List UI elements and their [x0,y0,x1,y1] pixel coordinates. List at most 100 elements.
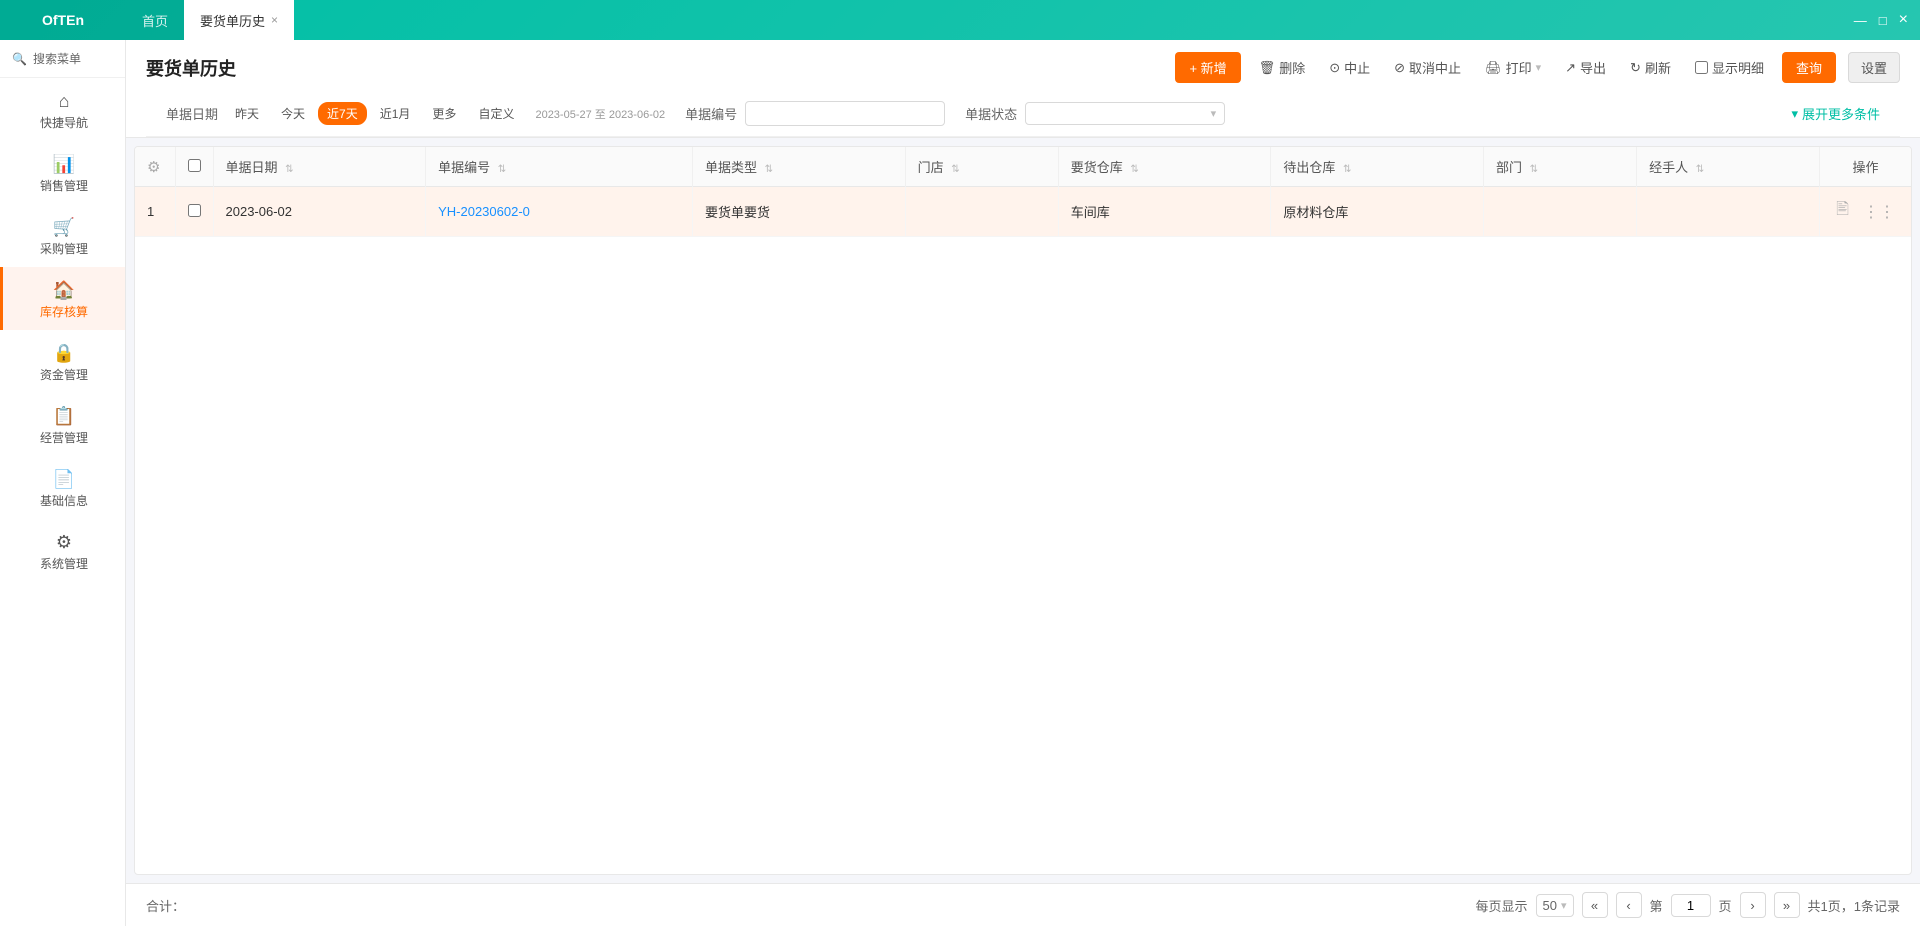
cell-doc-date: 2023-06-02 [213,187,426,237]
pagination: 每页显示 50 ▾ « ‹ 第 页 › » 共1页，1条记录 [1475,892,1900,918]
doc-number-input[interactable] [745,101,945,126]
print-button[interactable]: 🖨 打印 ▾ [1479,54,1547,81]
page-number-input[interactable] [1671,894,1711,917]
sidebar-item-sys-mgmt[interactable]: ⚙ 系统管理 [0,519,125,582]
cell-department [1483,187,1636,237]
date-btn-1month[interactable]: 近1月 [371,102,420,125]
app-logo: OfTEn [0,0,126,40]
page-title-bar: 要货单历史 + 新增 🗑 删除 ⊙ 中止 ⊘ 取消中止 [146,52,1900,83]
select-all-checkbox[interactable] [188,159,201,172]
toolbar: + 新增 🗑 删除 ⊙ 中止 ⊘ 取消中止 🖨 [1175,52,1900,83]
delete-button[interactable]: 🗑 删除 [1253,54,1312,81]
sidebar-search[interactable]: 🔍 搜索菜单 [0,40,125,78]
sort-req-warehouse-icon[interactable]: ⇅ [1130,164,1138,175]
row-more-button[interactable]: ⋮⋮ [1859,200,1899,224]
col-doc-type: 单据类型 ⇅ [693,147,906,187]
date-range-display: 2023-05-27 至 2023-06-02 [535,106,665,122]
sort-handler-icon[interactable]: ⇅ [1696,164,1704,175]
col-department: 部门 ⇅ [1483,147,1636,187]
col-action: 操作 [1820,147,1911,187]
cell-checkbox [175,187,213,237]
col-settings: ⚙ [135,147,175,187]
stop-icon: ⊙ [1329,60,1340,76]
finance-icon: 🔒 [53,344,75,362]
query-button[interactable]: 查询 [1782,52,1836,83]
main-content: 要货单历史 + 新增 🗑 删除 ⊙ 中止 ⊘ 取消中止 [126,40,1920,926]
tab-bar: 首页 要货单历史 × [126,0,1854,40]
purchase-icon: 🛒 [53,218,75,236]
tab-home[interactable]: 首页 [126,0,184,40]
first-page-button[interactable]: « [1582,892,1608,918]
date-btn-custom[interactable]: 自定义 [469,102,523,125]
basic-info-icon: 📄 [53,470,75,488]
sys-icon: ⚙ [56,533,72,551]
show-detail-checkbox[interactable] [1695,61,1708,74]
expand-icon: ▾ [1791,106,1798,122]
home-icon: ⌂ [59,92,70,110]
date-quick-buttons: 昨天 今天 近7天 近1月 更多 自定义 [226,102,523,125]
export-button[interactable]: ↗ 导出 [1559,54,1612,81]
table-footer: 合计： 每页显示 50 ▾ « ‹ 第 页 › » 共1页，1条记录 [126,883,1920,926]
sidebar-item-finance-mgmt[interactable]: 🔒 资金管理 [0,330,125,393]
sort-pending-warehouse-icon[interactable]: ⇅ [1343,164,1351,175]
col-store: 门店 ⇅ [905,147,1058,187]
cell-doc-number: YH-20230602-0 [426,187,693,237]
tab-requisition-history[interactable]: 要货单历史 × [184,0,294,40]
refresh-icon: ↻ [1630,60,1641,76]
minimize-button[interactable]: — [1854,13,1867,28]
show-detail-toggle[interactable]: 显示明细 [1689,54,1770,81]
sidebar-item-inventory[interactable]: 🏠 库存核算 [0,267,125,330]
cancel-stop-button[interactable]: ⊘ 取消中止 [1388,54,1467,81]
sidebar-item-sales-mgmt[interactable]: 📊 销售管理 [0,141,125,204]
print-chevron-icon: ▾ [1536,61,1542,74]
doc-number-link[interactable]: YH-20230602-0 [438,204,530,219]
row-view-button[interactable]: 🖹 [1832,196,1853,227]
date-btn-yesterday[interactable]: 昨天 [226,102,268,125]
total-records-display: 共1页，1条记录 [1808,896,1900,915]
page-jump-label: 第 [1650,896,1663,915]
data-table: ⚙ 单据日期 ⇅ 单据编号 ⇅ [135,147,1911,237]
date-btn-more[interactable]: 更多 [423,102,465,125]
sidebar-item-operations-mgmt[interactable]: 📋 经营管理 [0,393,125,456]
prev-page-button[interactable]: ‹ [1616,892,1642,918]
tab-close-icon[interactable]: × [271,13,278,27]
sidebar-item-purchase-mgmt[interactable]: 🛒 采购管理 [0,204,125,267]
sort-doc-number-icon[interactable]: ⇅ [498,164,506,175]
table-header-row: ⚙ 单据日期 ⇅ 单据编号 ⇅ [135,147,1911,187]
doc-status-select[interactable]: ▾ [1025,102,1225,125]
expand-more-button[interactable]: ▾ 展开更多条件 [1791,104,1880,123]
stop-button[interactable]: ⊙ 中止 [1323,54,1376,81]
cell-action: 🖹 ⋮⋮ [1820,187,1911,237]
date-btn-today[interactable]: 今天 [272,102,314,125]
sort-doc-type-icon[interactable]: ⇅ [765,164,773,175]
page-size-select[interactable]: 50 ▾ [1536,894,1574,917]
new-button[interactable]: + 新增 [1175,52,1240,83]
date-filter-label: 单据日期 [166,104,218,123]
sort-department-icon[interactable]: ⇅ [1530,164,1538,175]
close-button[interactable]: × [1899,11,1908,29]
maximize-button[interactable]: □ [1879,13,1887,28]
cancel-stop-icon: ⊘ [1394,60,1405,76]
col-doc-number: 单据编号 ⇅ [426,147,693,187]
print-icon: 🖨 [1485,60,1502,76]
page-title: 要货单历史 [146,55,236,81]
sort-store-icon[interactable]: ⇅ [951,164,959,175]
search-icon: 🔍 [12,52,27,66]
cell-pending-warehouse: 原材料仓库 [1271,187,1484,237]
sidebar-item-quick-nav[interactable]: ⌂ 快捷导航 [0,78,125,141]
top-bar: OfTEn 首页 要货单历史 × — □ × [0,0,1920,40]
next-page-button[interactable]: › [1740,892,1766,918]
cell-handler [1637,187,1820,237]
settings-button[interactable]: 设置 [1848,52,1900,83]
main-layout: 🔍 搜索菜单 ⌂ 快捷导航 📊 销售管理 🛒 采购管理 🏠 库存核算 🔒 资金管… [0,40,1920,926]
row-checkbox[interactable] [188,204,201,217]
sidebar-item-basic-info[interactable]: 📄 基础信息 [0,456,125,519]
cell-req-warehouse: 车间库 [1058,187,1271,237]
last-page-button[interactable]: » [1774,892,1800,918]
sort-doc-date-icon[interactable]: ⇅ [285,164,293,175]
col-req-warehouse: 要货仓库 ⇅ [1058,147,1271,187]
table-container: ⚙ 单据日期 ⇅ 单据编号 ⇅ [134,146,1912,875]
table-settings-icon[interactable]: ⚙ [147,159,160,176]
refresh-button[interactable]: ↻ 刷新 [1624,54,1677,81]
date-btn-7days[interactable]: 近7天 [318,102,367,125]
